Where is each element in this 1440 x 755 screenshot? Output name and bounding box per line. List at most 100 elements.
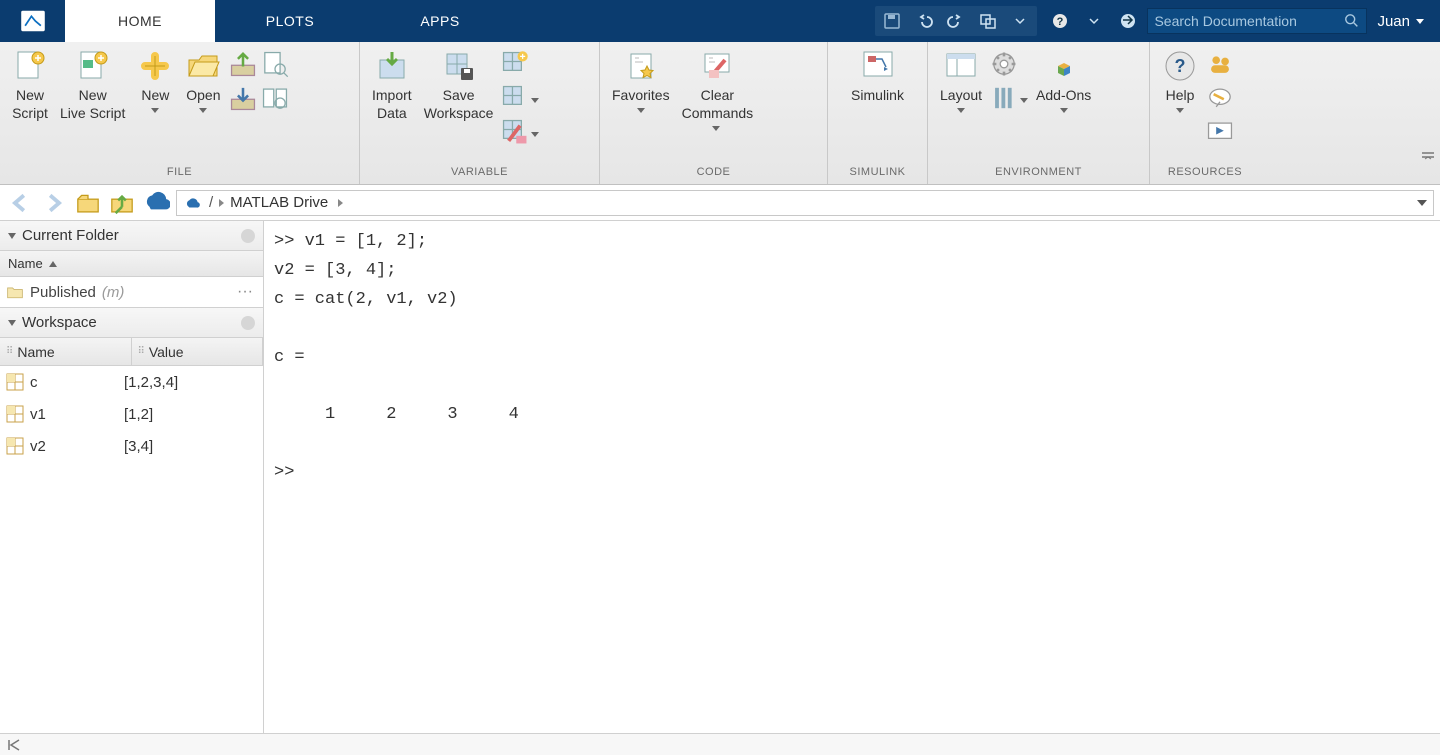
tab-home[interactable]: HOME <box>65 0 215 42</box>
workspace-row[interactable]: v1 [1,2] <box>0 398 263 430</box>
search-documentation[interactable] <box>1147 8 1367 34</box>
var-name: v1 <box>30 406 46 423</box>
file-mini-column-2 <box>259 46 291 116</box>
group-code-label: CODE <box>600 166 827 184</box>
chevron-down-icon <box>8 320 16 326</box>
chevron-down-icon <box>1020 98 1028 103</box>
set-path-icon[interactable] <box>990 84 1018 112</box>
svg-text:?: ? <box>1175 56 1186 76</box>
workspace-col-value[interactable]: ⠿Value <box>132 338 264 365</box>
go-to-start-icon[interactable] <box>6 738 22 752</box>
forward-icon[interactable] <box>40 189 68 217</box>
workspace-header[interactable]: Workspace <box>0 308 263 338</box>
more-icon[interactable]: ··· <box>237 283 257 301</box>
request-support-icon[interactable] <box>1206 84 1234 112</box>
current-folder-header[interactable]: Current Folder <box>0 221 263 251</box>
up-folder-icon[interactable] <box>74 189 102 217</box>
qat-dropdown[interactable] <box>1005 8 1035 34</box>
redo-icon[interactable] <box>941 8 971 34</box>
env-mini-column <box>988 46 1030 116</box>
help-icon[interactable]: ? <box>1045 8 1075 34</box>
group-file: New Script New Live Script New Open <box>0 42 360 184</box>
chevron-down-icon <box>199 108 207 113</box>
new-script-label: New Script <box>12 86 48 122</box>
compare-icon[interactable] <box>261 84 289 112</box>
import-data-label: Import Data <box>372 86 412 122</box>
addons-button[interactable]: Add-Ons <box>1030 46 1097 115</box>
import-data-button[interactable]: Import Data <box>366 46 418 124</box>
current-folder-column-header[interactable]: Name <box>0 251 263 277</box>
help-button[interactable]: ? Help <box>1156 46 1204 115</box>
command-window[interactable]: >> v1 = [1, 2]; v2 = [3, 4]; c = cat(2, … <box>264 221 1440 755</box>
user-menu[interactable]: Juan <box>1371 13 1430 30</box>
matlab-logo <box>0 0 65 42</box>
new-script-button[interactable]: New Script <box>6 46 54 124</box>
chevron-down-icon <box>531 132 539 137</box>
address-history-dropdown[interactable] <box>1417 200 1427 206</box>
group-environment: Layout Add-Ons ENVIRONMENT <box>928 42 1150 184</box>
chevron-down-icon <box>637 108 645 113</box>
group-resources-label: RESOURCES <box>1150 166 1260 184</box>
cloud-icon <box>183 195 203 211</box>
search-input[interactable] <box>1154 13 1344 29</box>
folder-item[interactable]: Published (m) ··· <box>0 277 263 307</box>
clear-workspace-icon[interactable] <box>501 118 529 146</box>
help-large-icon: ? <box>1162 48 1198 84</box>
collapse-toolstrip-icon[interactable] <box>1420 149 1436 164</box>
learn-matlab-icon[interactable] <box>1206 118 1234 146</box>
variable-icon <box>6 373 24 391</box>
clear-commands-button[interactable]: Clear Commands <box>676 46 760 133</box>
var-value: [1,2] <box>124 406 257 423</box>
chevron-down-icon <box>712 126 720 131</box>
new-variable-icon[interactable] <box>501 50 529 78</box>
variable-mini-column <box>499 46 541 150</box>
tab-plots[interactable]: PLOTS <box>215 0 365 42</box>
variable-icon <box>6 437 24 455</box>
path-segment[interactable]: MATLAB Drive <box>230 194 328 211</box>
workspace-title: Workspace <box>22 314 97 331</box>
save-workspace-button[interactable]: Save Workspace <box>418 46 500 124</box>
save-icon[interactable] <box>877 8 907 34</box>
new-label: New <box>141 86 169 104</box>
sign-in-icon[interactable] <box>1113 8 1143 34</box>
switch-windows-icon[interactable] <box>973 8 1003 34</box>
community-icon[interactable] <box>1206 50 1234 78</box>
back-icon[interactable] <box>6 189 34 217</box>
help-dropdown-icon[interactable] <box>1079 8 1109 34</box>
workspace-row[interactable]: c[1,2,3,4] <box>0 366 263 398</box>
open-variable-icon[interactable] <box>501 84 529 112</box>
layout-button[interactable]: Layout <box>934 46 988 115</box>
toolstrip: New Script New Live Script New Open <box>0 42 1440 185</box>
address-bar[interactable]: / MATLAB Drive <box>176 190 1434 216</box>
title-bar: HOME PLOTS APPS ? Juan <box>0 0 1440 42</box>
layout-icon <box>943 48 979 84</box>
workspace-panel: Workspace ⠿Name ⠿Value c[1,2,3,4] v1 [1,2]… <box>0 307 263 755</box>
open-folder-icon <box>185 48 221 84</box>
chevron-down-icon <box>1060 108 1068 113</box>
new-plus-icon <box>137 48 173 84</box>
new-live-script-button[interactable]: New Live Script <box>54 46 131 124</box>
tab-apps[interactable]: APPS <box>365 0 515 42</box>
current-folder-title: Current Folder <box>22 227 119 244</box>
download-icon[interactable] <box>229 84 257 112</box>
workspace-col-name[interactable]: ⠿Name <box>0 338 132 365</box>
panel-actions-icon[interactable] <box>241 316 255 330</box>
chevron-down-icon <box>957 108 965 113</box>
browse-folder-icon[interactable] <box>108 189 136 217</box>
matlab-drive-icon[interactable] <box>142 189 170 217</box>
favorites-button[interactable]: Favorites <box>606 46 676 115</box>
find-files-icon[interactable] <box>261 50 289 78</box>
upload-icon[interactable] <box>229 50 257 78</box>
layout-label: Layout <box>940 86 982 104</box>
simulink-button[interactable]: Simulink <box>845 46 910 106</box>
preferences-icon[interactable] <box>990 50 1018 78</box>
simulink-label: Simulink <box>851 86 904 104</box>
panel-actions-icon[interactable] <box>241 229 255 243</box>
chevron-down-icon <box>1176 108 1184 113</box>
new-button[interactable]: New <box>131 46 179 115</box>
undo-icon[interactable] <box>909 8 939 34</box>
workspace-row[interactable]: v2[3,4] <box>0 430 263 462</box>
open-button[interactable]: Open <box>179 46 227 115</box>
group-variable: Import Data Save Workspace VARIABLE <box>360 42 600 184</box>
current-folder-toolbar: / MATLAB Drive <box>0 185 1440 221</box>
